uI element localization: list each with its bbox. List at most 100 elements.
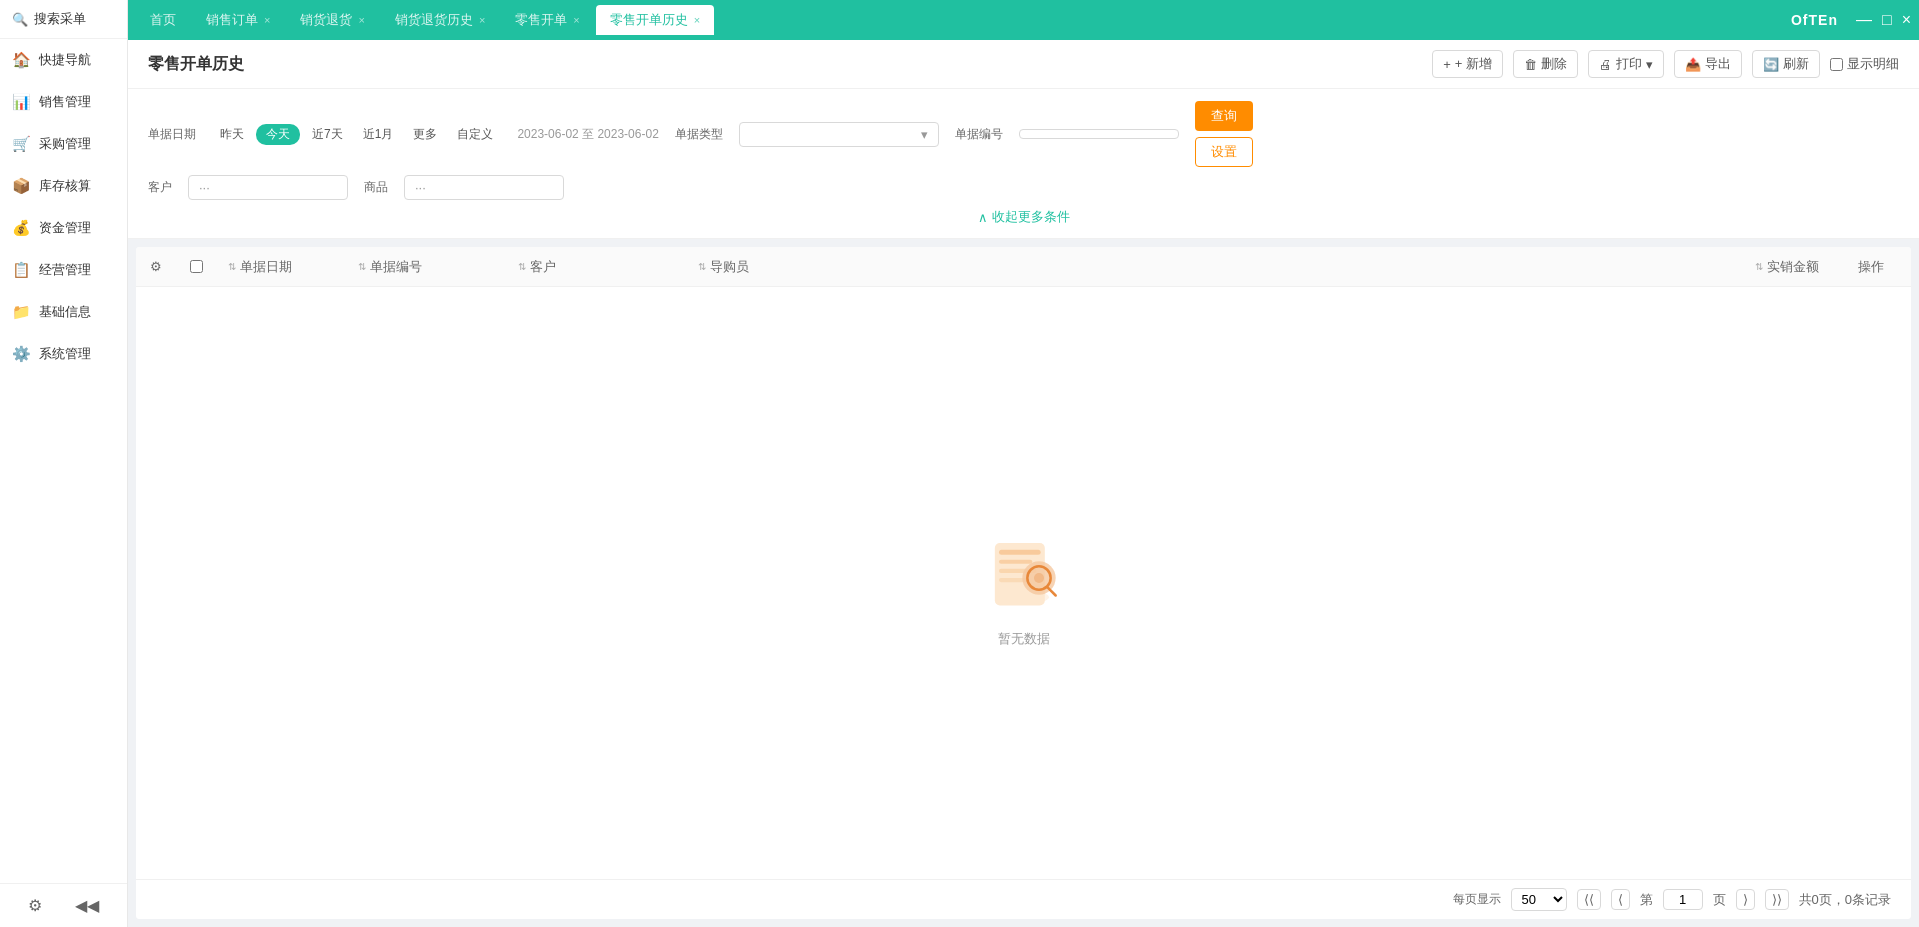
show-detail-label: 显示明细	[1847, 55, 1899, 73]
col-action-label: 操作	[1858, 258, 1884, 276]
page-size-dropdown[interactable]: 50 20 100	[1511, 888, 1567, 911]
collapse-icon[interactable]: ◀◀	[75, 896, 99, 915]
date-filter-label: 单据日期	[148, 126, 196, 143]
col-guide-label: 导购员	[710, 258, 749, 276]
sidebar-item-basic-info[interactable]: 📁 基础信息	[0, 291, 127, 333]
tab-sales-return-history[interactable]: 销货退货历史 ×	[381, 5, 499, 35]
table-body: 暂无数据	[136, 287, 1911, 879]
sidebar-item-purchase-mgmt[interactable]: 🛒 采购管理	[0, 123, 127, 165]
page-last-button[interactable]: ⟩⟩	[1765, 889, 1789, 910]
show-detail-toggle[interactable]: 显示明细	[1830, 55, 1899, 73]
date-btn-7days[interactable]: 近7天	[304, 124, 351, 145]
page-label: 第	[1640, 891, 1653, 909]
col-no-sort-icon: ⇅	[358, 261, 366, 272]
export-button[interactable]: 📤 导出	[1674, 50, 1742, 78]
export-icon: 📤	[1685, 57, 1701, 72]
delete-icon: 🗑	[1524, 57, 1537, 72]
close-icon[interactable]: ×	[694, 14, 700, 26]
brand-label: OfTEn	[1791, 12, 1838, 28]
svg-point-9	[1034, 573, 1044, 583]
export-label: 导出	[1705, 55, 1731, 73]
query-button[interactable]: 查询	[1195, 101, 1253, 131]
col-customer[interactable]: ⇅ 客户	[506, 258, 686, 276]
close-icon[interactable]: ×	[358, 14, 364, 26]
sidebar-item-sales-mgmt[interactable]: 📊 销售管理	[0, 81, 127, 123]
col-date[interactable]: ⇅ 单据日期	[216, 258, 346, 276]
col-no[interactable]: ⇅ 单据编号	[346, 258, 506, 276]
sidebar-item-label: 库存核算	[39, 177, 91, 195]
table-header: ⚙ ⇅ 单据日期 ⇅ 单据编号 ⇅ 客户 ⇅ 导购员 ⇅	[136, 247, 1911, 287]
sidebar-item-label: 资金管理	[39, 219, 91, 237]
sidebar-item-inventory[interactable]: 📦 库存核算	[0, 165, 127, 207]
delete-button[interactable]: 🗑 删除	[1513, 50, 1578, 78]
sidebar-item-label: 经营管理	[39, 261, 91, 279]
col-settings[interactable]: ⚙	[136, 259, 176, 274]
refresh-label: 刷新	[1783, 55, 1809, 73]
show-detail-checkbox[interactable]	[1830, 58, 1843, 71]
chevron-down-icon: ▾	[921, 127, 928, 142]
close-icon[interactable]: ×	[573, 14, 579, 26]
col-amount[interactable]: ⇅ 实销金额	[1711, 258, 1831, 276]
page-next-button[interactable]: ⟩	[1736, 889, 1755, 910]
tab-retail-history[interactable]: 零售开单历史 ×	[596, 5, 714, 35]
date-btn-more[interactable]: 更多	[405, 124, 445, 145]
sidebar-item-label: 销售管理	[39, 93, 91, 111]
window-min-icon[interactable]: —	[1856, 11, 1872, 29]
page-first-button[interactable]: ⟨⟨	[1577, 889, 1601, 910]
tab-sales-return[interactable]: 销货退货 ×	[286, 5, 378, 35]
chart-icon: 📊	[12, 93, 31, 111]
empty-text: 暂无数据	[998, 630, 1050, 648]
type-filter-select[interactable]: ▾	[739, 122, 939, 147]
date-btn-yesterday[interactable]: 昨天	[212, 124, 252, 145]
sidebar-item-ops-mgmt[interactable]: 📋 经营管理	[0, 249, 127, 291]
select-all-checkbox[interactable]	[190, 260, 203, 273]
page-input[interactable]	[1663, 889, 1703, 910]
sidebar-item-finance[interactable]: 💰 资金管理	[0, 207, 127, 249]
close-icon[interactable]: ×	[479, 14, 485, 26]
filter-area: 单据日期 昨天 今天 近7天 近1月 更多 自定义 2023-06-02 至 2…	[128, 89, 1919, 239]
sidebar-item-quick-nav[interactable]: 🏠 快捷导航	[0, 39, 127, 81]
no-filter-input[interactable]	[1019, 129, 1179, 139]
search-icon: 🔍	[12, 12, 28, 27]
tab-sales-order[interactable]: 销售订单 ×	[192, 5, 284, 35]
goods-filter-input[interactable]: ···	[404, 175, 564, 200]
date-btn-1month[interactable]: 近1月	[355, 124, 402, 145]
add-button[interactable]: + + 新增	[1432, 50, 1503, 78]
col-customer-label: 客户	[530, 258, 556, 276]
sidebar-item-label: 系统管理	[39, 345, 91, 363]
col-guide[interactable]: ⇅ 导购员	[686, 258, 806, 276]
window-max-icon[interactable]: □	[1882, 11, 1892, 29]
page-prev-button[interactable]: ⟨	[1611, 889, 1630, 910]
sidebar-item-sys-mgmt[interactable]: ⚙️ 系统管理	[0, 333, 127, 375]
window-close-icon[interactable]: ×	[1902, 11, 1911, 29]
tab-retail-open[interactable]: 零售开单 ×	[501, 5, 593, 35]
settings-icon: ⚙	[150, 259, 162, 274]
col-date-sort-icon: ⇅	[228, 261, 236, 272]
tab-retail-open-label: 零售开单	[515, 11, 567, 29]
sidebar-search[interactable]: 🔍 搜索采单	[0, 0, 127, 39]
page-header: 零售开单历史 + + 新增 🗑 删除 🖨 打印 ▾ 📤 导出 🔄 刷新	[128, 40, 1919, 89]
refresh-icon: 🔄	[1763, 57, 1779, 72]
filter-row-2: 客户 ··· 商品 ···	[148, 175, 1899, 200]
chevron-up-icon: ∧	[978, 210, 988, 225]
tab-home[interactable]: 首页	[136, 5, 190, 35]
print-button[interactable]: 🖨 打印 ▾	[1588, 50, 1664, 78]
col-check[interactable]	[176, 260, 216, 273]
type-filter-label: 单据类型	[675, 126, 723, 143]
setting-button[interactable]: 设置	[1195, 137, 1253, 167]
date-btn-custom[interactable]: 自定义	[449, 124, 501, 145]
per-page-select[interactable]: 50 20 100	[1511, 888, 1567, 911]
col-action: 操作	[1831, 258, 1911, 276]
collapse-button[interactable]: ∧ 收起更多条件	[148, 208, 1899, 226]
customer-filter-input[interactable]: ···	[188, 175, 348, 200]
refresh-button[interactable]: 🔄 刷新	[1752, 50, 1820, 78]
print-dropdown-icon: ▾	[1646, 57, 1653, 72]
tab-sales-order-label: 销售订单	[206, 11, 258, 29]
box-icon: 📦	[12, 177, 31, 195]
cart-icon: 🛒	[12, 135, 31, 153]
settings-icon[interactable]: ⚙	[28, 896, 42, 915]
date-btn-today[interactable]: 今天	[256, 124, 300, 145]
close-icon[interactable]: ×	[264, 14, 270, 26]
folder-icon: 📁	[12, 303, 31, 321]
nav-right: OfTEn — □ ×	[1791, 11, 1911, 29]
